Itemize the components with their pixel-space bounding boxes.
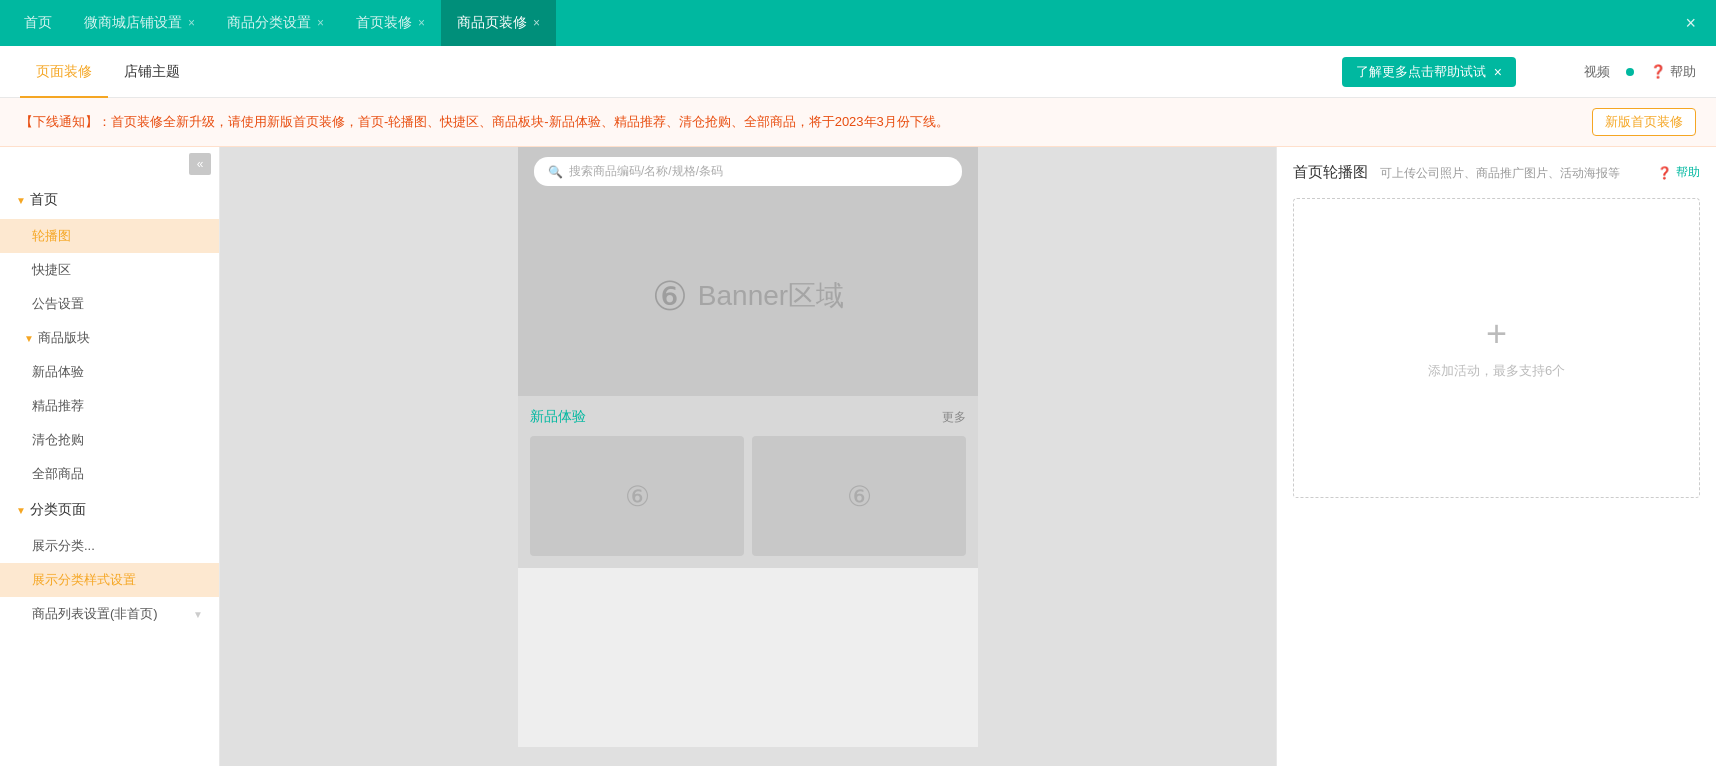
section-header: 新品体验 更多 bbox=[530, 408, 966, 426]
notice-text: 【下线通知】：首页装修全新升级，请使用新版首页装修，首页-轮播图、快捷区、商品板… bbox=[20, 113, 949, 131]
tab-product-category[interactable]: 商品分类设置 × bbox=[211, 0, 340, 46]
help-circle-icon: ❓ bbox=[1657, 166, 1672, 180]
preview-area: 🔍 搜索商品编码/名称/规格/条码 ⑥ Banner区域 新品体验 更多 bbox=[220, 147, 1276, 766]
sidebar-item-notice[interactable]: 公告设置 bbox=[0, 287, 219, 321]
sidebar-controls: « bbox=[0, 147, 219, 181]
sidebar-item-shortcut[interactable]: 快捷区 bbox=[0, 253, 219, 287]
new-decoration-button[interactable]: 新版首页装修 bbox=[1592, 108, 1696, 136]
sidebar-item-clearance[interactable]: 清仓抢购 bbox=[0, 423, 219, 457]
preview-product-section: 新品体验 更多 ⑥ ⑥ bbox=[518, 396, 978, 568]
sidebar-item-new-experience[interactable]: 新品体验 bbox=[0, 355, 219, 389]
video-label[interactable]: 视频 bbox=[1584, 63, 1610, 81]
product-grid: ⑥ ⑥ bbox=[530, 436, 966, 556]
sidebar-item-category-style[interactable]: 展示分类样式设置 bbox=[0, 563, 219, 597]
tab-bar: 首页 微商城店铺设置 × 商品分类设置 × 首页装修 × 商品页装修 × × bbox=[0, 0, 1716, 46]
banner-text: Banner区域 bbox=[698, 277, 844, 315]
card-logo-2: ⑥ bbox=[847, 480, 872, 513]
help-label[interactable]: ❓ 帮助 bbox=[1650, 63, 1696, 81]
sidebar-item-product-list[interactable]: 商品列表设置(非首页) ▼ bbox=[0, 597, 219, 631]
sidebar-section-category[interactable]: ▼ 分类页面 bbox=[0, 491, 219, 529]
sidebar-item-show-category[interactable]: 展示分类... bbox=[0, 529, 219, 563]
sub-section-arrow: ▼ bbox=[24, 333, 34, 344]
sidebar: « ▼ 首页 轮播图 快捷区 公告设置 ▼ 商品版块 新品体验 精品推荐 清仓抢… bbox=[0, 147, 220, 766]
preview-search-input[interactable]: 🔍 搜索商品编码/名称/规格/条码 bbox=[534, 157, 962, 186]
preview-search-bar: 🔍 搜索商品编码/名称/规格/条码 bbox=[518, 147, 978, 196]
section-category-arrow: ▼ bbox=[16, 505, 26, 516]
tab-store-theme[interactable]: 店铺主题 bbox=[108, 46, 196, 98]
preview-phone: 🔍 搜索商品编码/名称/规格/条码 ⑥ Banner区域 新品体验 更多 bbox=[518, 147, 978, 747]
section-more[interactable]: 更多 bbox=[942, 409, 966, 426]
product-card-1[interactable]: ⑥ bbox=[530, 436, 744, 556]
banner-logo: ⑥ Banner区域 bbox=[652, 273, 844, 319]
right-panel-title: 首页轮播图 bbox=[1293, 163, 1368, 180]
close-all-button[interactable]: × bbox=[1673, 13, 1708, 34]
close-home-decoration[interactable]: × bbox=[418, 16, 425, 30]
tab-home[interactable]: 首页 bbox=[8, 0, 68, 46]
right-panel-help[interactable]: ❓ 帮助 bbox=[1657, 164, 1700, 181]
close-product-decoration[interactable]: × bbox=[533, 16, 540, 30]
sidebar-item-premium[interactable]: 精品推荐 bbox=[0, 389, 219, 423]
right-panel-title-area: 首页轮播图 可上传公司照片、商品推广图片、活动海报等 bbox=[1293, 163, 1620, 182]
card-logo-1: ⑥ bbox=[625, 480, 650, 513]
section-title: 新品体验 bbox=[530, 408, 586, 426]
status-dot bbox=[1626, 68, 1634, 76]
sidebar-collapse-button[interactable]: « bbox=[189, 153, 211, 175]
close-product-category[interactable]: × bbox=[317, 16, 324, 30]
search-icon: 🔍 bbox=[548, 165, 563, 179]
brand-icon: ⑥ bbox=[652, 273, 688, 319]
sidebar-item-all-products[interactable]: 全部商品 bbox=[0, 457, 219, 491]
add-banner-box[interactable]: + 添加活动，最多支持6个 bbox=[1293, 198, 1700, 498]
tab-page-decoration[interactable]: 页面装修 bbox=[20, 46, 108, 98]
right-panel-header: 首页轮播图 可上传公司照片、商品推广图片、活动海报等 ❓ 帮助 bbox=[1293, 163, 1700, 182]
sidebar-item-carousel[interactable]: 轮播图 bbox=[0, 219, 219, 253]
right-panel-desc: 可上传公司照片、商品推广图片、活动海报等 bbox=[1380, 166, 1620, 180]
sub-header: 页面装修 店铺主题 了解更多点击帮助试试 × 视频 ❓ 帮助 bbox=[0, 46, 1716, 98]
product-card-2[interactable]: ⑥ bbox=[752, 436, 966, 556]
sidebar-section-home[interactable]: ▼ 首页 bbox=[0, 181, 219, 219]
add-banner-text: 添加活动，最多支持6个 bbox=[1428, 362, 1565, 380]
close-store-settings[interactable]: × bbox=[188, 16, 195, 30]
right-panel: 首页轮播图 可上传公司照片、商品推广图片、活动海报等 ❓ 帮助 + 添加活动，最… bbox=[1276, 147, 1716, 766]
sidebar-sub-product-block[interactable]: ▼ 商品版块 bbox=[0, 321, 219, 355]
preview-banner[interactable]: ⑥ Banner区域 bbox=[518, 196, 978, 396]
expand-icon: ▼ bbox=[193, 609, 203, 620]
section-home-arrow: ▼ bbox=[16, 195, 26, 206]
help-banner-close[interactable]: × bbox=[1494, 64, 1502, 80]
main-layout: « ▼ 首页 轮播图 快捷区 公告设置 ▼ 商品版块 新品体验 精品推荐 清仓抢… bbox=[0, 147, 1716, 766]
header-right: 视频 ❓ 帮助 bbox=[1584, 63, 1696, 81]
tab-home-decoration[interactable]: 首页装修 × bbox=[340, 0, 441, 46]
add-plus-icon: + bbox=[1486, 316, 1507, 352]
notice-bar: 【下线通知】：首页装修全新升级，请使用新版首页装修，首页-轮播图、快捷区、商品板… bbox=[0, 98, 1716, 147]
tab-product-decoration[interactable]: 商品页装修 × bbox=[441, 0, 556, 46]
help-banner: 了解更多点击帮助试试 × bbox=[1342, 57, 1516, 87]
tab-store-settings[interactable]: 微商城店铺设置 × bbox=[68, 0, 211, 46]
